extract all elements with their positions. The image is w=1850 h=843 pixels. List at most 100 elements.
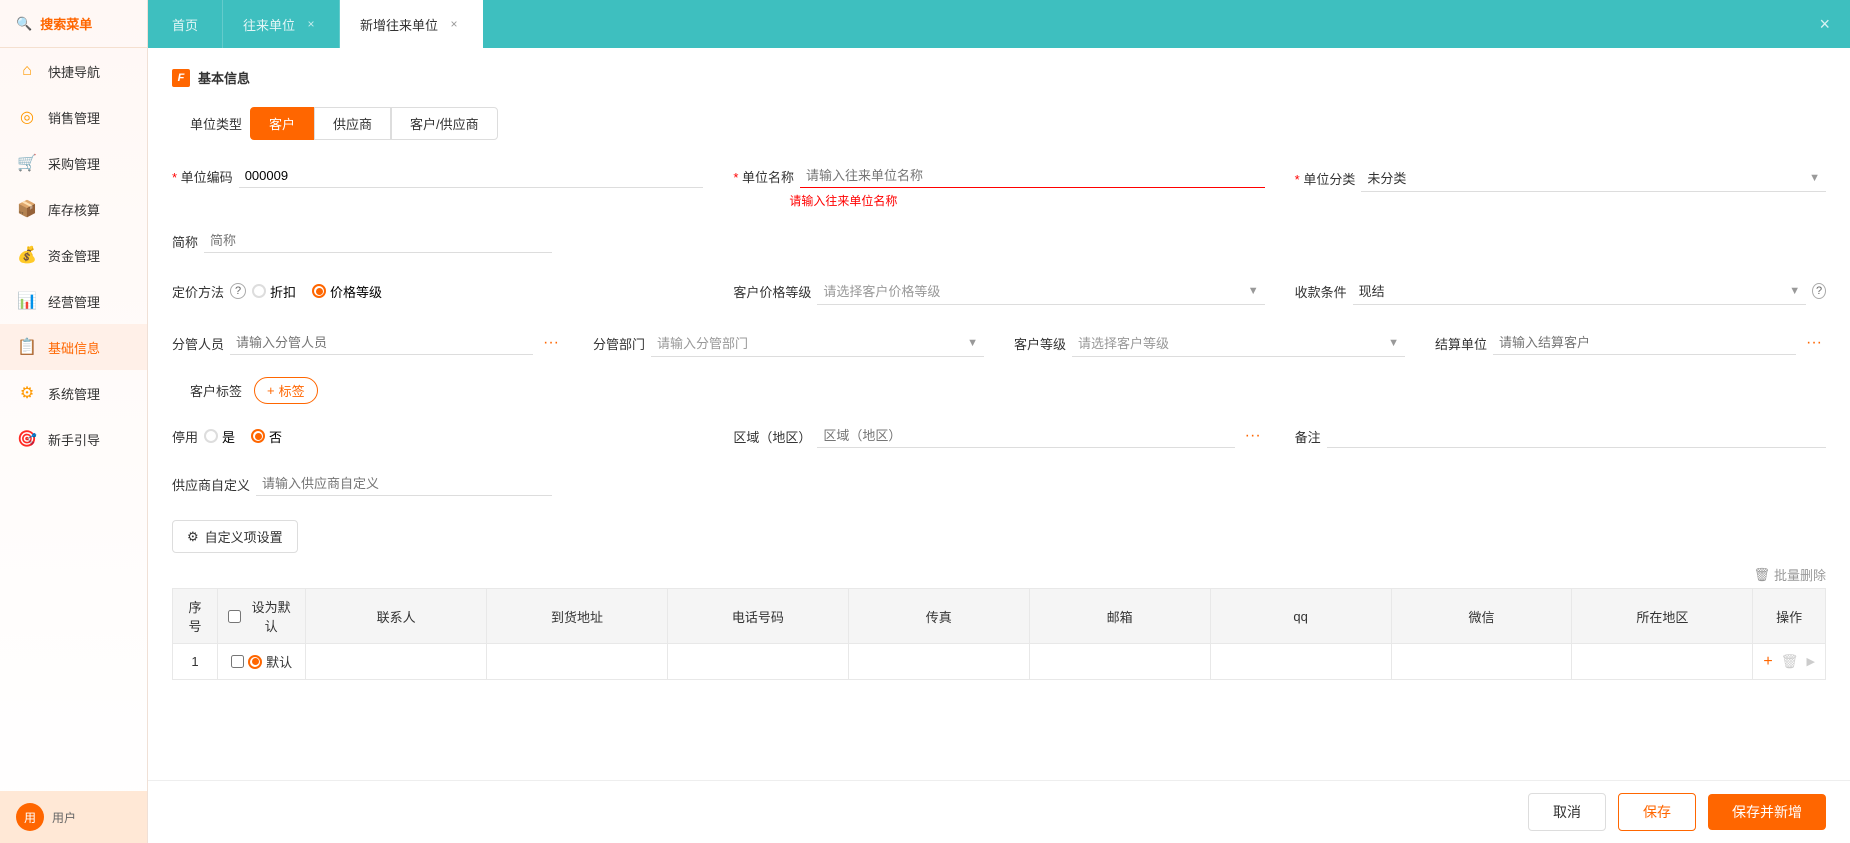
sidebar-item-quick-nav[interactable]: ⌂ 快捷导航 — [0, 48, 147, 94]
abbr-label: 简称 — [172, 232, 198, 251]
window-close-button[interactable]: × — [1799, 14, 1850, 35]
tab-new-partner-close[interactable]: × — [446, 16, 462, 32]
sidebar-item-label: 快捷导航 — [48, 62, 100, 81]
search-icon: 🔍 — [16, 16, 32, 32]
remark-label: 备注 — [1295, 427, 1321, 446]
td-phone-input[interactable] — [678, 650, 838, 673]
operations-icon: 📊 — [16, 290, 38, 312]
delete-row-btn[interactable]: 🗑 — [1781, 653, 1799, 670]
add-tag-button[interactable]: + 标签 — [254, 377, 318, 404]
td-fax — [848, 644, 1029, 680]
unit-type-label: 单位类型 — [172, 114, 242, 133]
th-address: 到货地址 — [487, 589, 668, 644]
area-ellipsis-btn[interactable]: ··· — [1241, 427, 1265, 445]
settlement-input[interactable] — [1493, 331, 1796, 355]
tab-partners[interactable]: 往来单位 × — [223, 0, 340, 48]
customer-level-chevron-icon: ▼ — [1388, 337, 1399, 349]
pricing-radio-level[interactable]: 价格等级 — [312, 282, 382, 301]
manager-ellipsis-btn[interactable]: ··· — [539, 334, 563, 352]
custom-settings-button[interactable]: ⚙ 自定义项设置 — [172, 520, 298, 553]
td-default-radio-circle — [248, 655, 262, 669]
remark-input[interactable] — [1327, 424, 1826, 448]
tab-home[interactable]: 首页 — [148, 0, 223, 48]
tab-home-label: 首页 — [172, 15, 198, 34]
sidebar-item-basic-info[interactable]: 📋 基础信息 — [0, 324, 147, 370]
section-title-text: 基本信息 — [198, 68, 250, 87]
batch-delete-icon: 🗑 — [1753, 567, 1770, 583]
disable-label: 停用 — [172, 427, 198, 446]
td-wechat-input[interactable] — [1402, 650, 1562, 673]
price-level-label: 客户价格等级 — [733, 282, 811, 301]
batch-delete-button[interactable]: 🗑 批量删除 — [1753, 565, 1826, 584]
abbr-input[interactable] — [204, 229, 552, 253]
area-label: 区域（地区） — [733, 427, 811, 446]
sidebar-item-system[interactable]: ⚙ 系统管理 — [0, 370, 147, 416]
sidebar-item-inventory[interactable]: 📦 库存核算 — [0, 186, 147, 232]
payment-terms-value: 现结 — [1359, 281, 1786, 300]
td-qq-input[interactable] — [1221, 650, 1381, 673]
sidebar-item-sales[interactable]: ◎ 销售管理 — [0, 94, 147, 140]
tab-partners-close[interactable]: × — [303, 16, 319, 32]
name-input[interactable] — [800, 164, 1265, 188]
sidebar-item-finance[interactable]: 💰 资金管理 — [0, 232, 147, 278]
manager-input[interactable] — [230, 331, 533, 355]
code-field: 单位编码 — [172, 160, 703, 192]
tab-new-partner[interactable]: 新增往来单位 × — [340, 0, 483, 48]
sidebar-user-label: 用户 — [52, 809, 76, 826]
price-level-select[interactable]: 请选择客户价格等级 ▼ — [817, 277, 1264, 305]
dept-select[interactable]: 请输入分管部门 ▼ — [651, 329, 984, 357]
add-row-btn[interactable]: + — [1763, 653, 1772, 671]
td-email-input[interactable] — [1040, 650, 1200, 673]
supplier-custom-input[interactable] — [256, 472, 552, 496]
td-region-input[interactable] — [1582, 650, 1742, 673]
table-row: 1 默认 — [173, 644, 1826, 680]
sidebar-item-label: 库存核算 — [48, 200, 100, 219]
disable-yes-radio[interactable]: 是 — [204, 427, 235, 446]
td-fax-input[interactable] — [859, 650, 1019, 673]
cancel-button[interactable]: 取消 — [1528, 793, 1606, 831]
unit-type-supplier-btn[interactable]: 供应商 — [314, 107, 391, 140]
area-value-wrap — [817, 424, 1234, 448]
td-qq — [1210, 644, 1391, 680]
save-button[interactable]: 保存 — [1618, 793, 1696, 831]
sidebar-item-operations[interactable]: 📊 经营管理 — [0, 278, 147, 324]
sidebar: 🔍 搜索菜单 ⌂ 快捷导航 ◎ 销售管理 🛒 采购管理 📦 库存核算 💰 资金管… — [0, 0, 148, 843]
sidebar-item-label: 资金管理 — [48, 246, 100, 265]
customer-level-label: 客户等级 — [1014, 334, 1066, 353]
sidebar-item-purchase[interactable]: 🛒 采购管理 — [0, 140, 147, 186]
unit-type-customer-btn[interactable]: 客户 — [250, 107, 314, 140]
td-default-checkbox[interactable] — [231, 655, 244, 668]
sidebar-avatar: 用 — [16, 803, 44, 831]
category-chevron-icon: ▼ — [1809, 172, 1820, 184]
customer-level-value: 请选择客户等级 — [1078, 333, 1384, 352]
disable-no-radio[interactable]: 否 — [251, 427, 282, 446]
th-select-all-checkbox[interactable] — [228, 610, 241, 623]
td-contact — [306, 644, 487, 680]
page-content: F 基本信息 单位类型 客户 供应商 客户/供应商 单位编码 单位名称 — [148, 48, 1850, 780]
pricing-radio-discount[interactable]: 折扣 — [252, 282, 296, 301]
settlement-field: 结算单位 ··· — [1435, 327, 1826, 359]
save-and-new-button[interactable]: 保存并新增 — [1708, 794, 1826, 830]
pricing-help-icon[interactable]: ? — [230, 283, 246, 299]
td-action-btns: + 🗑 ▶ — [1763, 653, 1815, 671]
sidebar-item-label: 系统管理 — [48, 384, 100, 403]
td-contact-input[interactable] — [316, 650, 476, 673]
sidebar-item-guide[interactable]: 🎯 新手引导 — [0, 416, 147, 462]
remark-field: 备注 — [1295, 420, 1826, 452]
customer-level-field: 客户等级 请选择客户等级 ▼ — [1014, 325, 1405, 361]
payment-terms-help-icon[interactable]: ? — [1812, 283, 1826, 299]
page-footer: 取消 保存 保存并新增 — [148, 780, 1850, 843]
sidebar-search[interactable]: 🔍 搜索菜单 — [0, 0, 147, 48]
area-input[interactable] — [817, 424, 1234, 448]
name-field-wrap: 单位名称 请输入往来单位名称 — [733, 160, 1264, 209]
row-supplier-custom: 供应商自定义 — [172, 468, 1826, 500]
payment-terms-select[interactable]: 现结 ▼ — [1353, 277, 1806, 305]
th-default-label: 设为默认 — [247, 597, 295, 635]
customer-level-select[interactable]: 请选择客户等级 ▼ — [1072, 329, 1405, 357]
settlement-ellipsis-btn[interactable]: ··· — [1802, 334, 1826, 352]
unit-type-both-btn[interactable]: 客户/供应商 — [391, 107, 498, 140]
code-input[interactable] — [239, 164, 704, 188]
td-default-radio[interactable]: 默认 — [248, 652, 292, 671]
td-address-input[interactable] — [497, 650, 657, 673]
category-select[interactable]: 未分类 ▼ — [1361, 164, 1826, 192]
